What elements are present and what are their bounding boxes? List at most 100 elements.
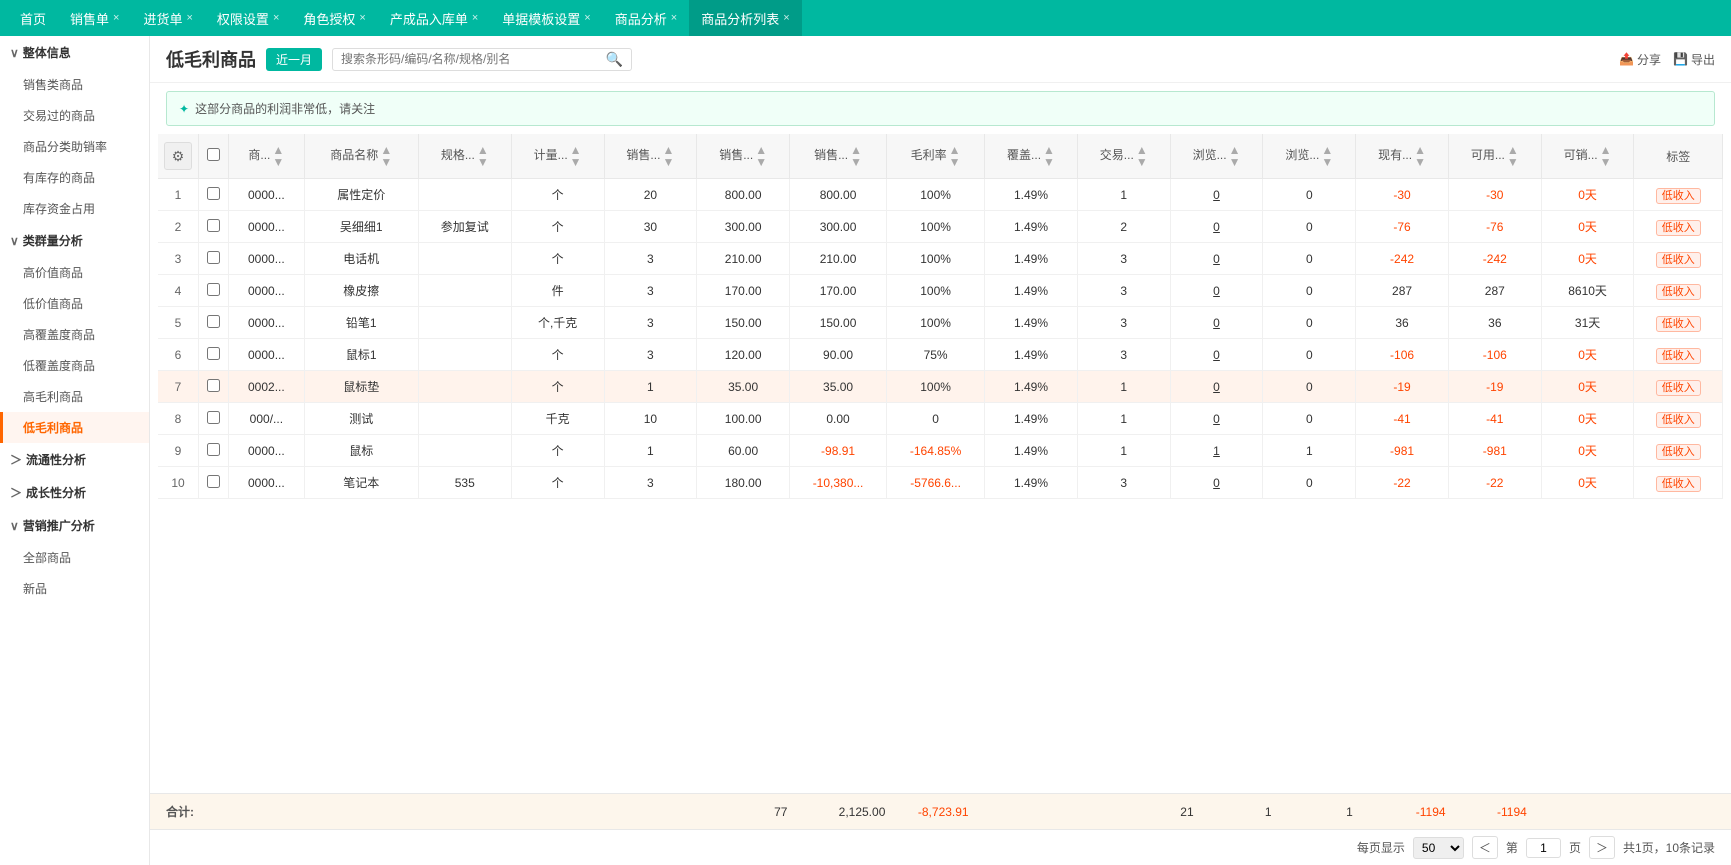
row-browse1[interactable]: 0 xyxy=(1170,275,1263,307)
col-available[interactable]: 可用...▲▼ xyxy=(1448,134,1541,179)
col-code[interactable]: 商...▲▼ xyxy=(229,134,305,179)
browse-link[interactable]: 0 xyxy=(1213,380,1220,394)
search-icon[interactable]: 🔍 xyxy=(606,51,623,68)
nav-item-单据模板设置[interactable]: 单据模板设置× xyxy=(490,0,602,36)
row-browse1[interactable]: 0 xyxy=(1170,211,1263,243)
nav-close-icon[interactable]: × xyxy=(113,12,119,24)
nav-item-商品分析列表[interactable]: 商品分析列表× xyxy=(689,0,801,36)
row-checkbox[interactable] xyxy=(199,371,229,403)
nav-item-进货单[interactable]: 进货单× xyxy=(131,0,204,36)
col-sales-profit[interactable]: 销售...▲▼ xyxy=(790,134,887,179)
row-browse1[interactable]: 0 xyxy=(1170,179,1263,211)
sidebar-item-商品分类助销率[interactable]: 商品分类助销率 xyxy=(0,131,149,162)
page-size-select[interactable]: 50 100 xyxy=(1413,837,1464,859)
row-current-stock: -19 xyxy=(1356,371,1449,403)
next-page-button[interactable]: ＞ xyxy=(1589,836,1615,859)
nav-item-销售单[interactable]: 销售单× xyxy=(58,0,131,36)
browse-link[interactable]: 0 xyxy=(1213,348,1220,362)
col-sales-qty[interactable]: 销售...▲▼ xyxy=(604,134,697,179)
sidebar-item-高覆盖度商品[interactable]: 高覆盖度商品 xyxy=(0,319,149,350)
nav-item-产成品入库单[interactable]: 产成品入库单× xyxy=(378,0,490,36)
row-checkbox[interactable] xyxy=(199,275,229,307)
row-checkbox[interactable] xyxy=(199,211,229,243)
sidebar-item-全部商品[interactable]: 全部商品 xyxy=(0,542,149,573)
col-tag[interactable]: 标签 xyxy=(1634,134,1723,179)
row-browse1[interactable]: 0 xyxy=(1170,467,1263,499)
footer-cell-14: -1194 xyxy=(1390,805,1471,819)
sidebar-item-低价值商品[interactable]: 低价值商品 xyxy=(0,288,149,319)
col-spec[interactable]: 规格...▲▼ xyxy=(418,134,511,179)
sidebar-group-成长性分析[interactable]: ＞ 成长性分析 xyxy=(0,476,149,509)
nav-close-icon[interactable]: × xyxy=(472,12,478,24)
row-checkbox[interactable] xyxy=(199,179,229,211)
row-browse1[interactable]: 0 xyxy=(1170,371,1263,403)
browse-link[interactable]: 0 xyxy=(1213,412,1220,426)
gear-icon[interactable]: ⚙ xyxy=(164,142,192,170)
row-checkbox[interactable] xyxy=(199,243,229,275)
row-checkbox[interactable] xyxy=(199,403,229,435)
sidebar-item-有库存的商品[interactable]: 有库存的商品 xyxy=(0,162,149,193)
row-sales-amt: 35.00 xyxy=(697,371,790,403)
nav-close-icon[interactable]: × xyxy=(671,12,677,24)
sidebar-group-流通性分析[interactable]: ＞ 流通性分析 xyxy=(0,443,149,476)
table-container[interactable]: ⚙ 商...▲▼ 商品名称▲▼ 规格...▲▼ 计量...▲▼ 销售...▲▼ … xyxy=(150,134,1731,793)
page-number-input[interactable] xyxy=(1526,838,1561,858)
col-saleable[interactable]: 可销...▲▼ xyxy=(1541,134,1634,179)
browse-link[interactable]: 0 xyxy=(1213,220,1220,234)
gear-column-header[interactable]: ⚙ xyxy=(158,134,199,179)
col-gross-rate[interactable]: 毛利率▲▼ xyxy=(887,134,985,179)
col-coverage[interactable]: 覆盖...▲▼ xyxy=(985,134,1078,179)
row-checkbox[interactable] xyxy=(199,467,229,499)
nav-close-icon[interactable]: × xyxy=(783,12,789,24)
nav-close-icon[interactable]: × xyxy=(359,12,365,24)
nav-close-icon[interactable]: × xyxy=(186,12,192,24)
col-name[interactable]: 商品名称▲▼ xyxy=(304,134,418,179)
sidebar-item-销售类商品[interactable]: 销售类商品 xyxy=(0,69,149,100)
row-checkbox[interactable] xyxy=(199,435,229,467)
sidebar-item-新品[interactable]: 新品 xyxy=(0,573,149,604)
sidebar-item-高毛利商品[interactable]: 高毛利商品 xyxy=(0,381,149,412)
nav-close-icon[interactable]: × xyxy=(584,12,590,24)
browse-link[interactable]: 0 xyxy=(1213,284,1220,298)
col-browse1[interactable]: 浏览...▲▼ xyxy=(1170,134,1263,179)
nav-close-icon[interactable]: × xyxy=(273,12,279,24)
nav-item-商品分析[interactable]: 商品分析× xyxy=(603,0,689,36)
export-button[interactable]: 💾 导出 xyxy=(1673,51,1715,68)
sidebar-item-交易过的商品[interactable]: 交易过的商品 xyxy=(0,100,149,131)
row-checkbox[interactable] xyxy=(199,339,229,371)
share-button[interactable]: 📤 分享 xyxy=(1619,51,1661,68)
sidebar-group-整体信息[interactable]: ∨ 整体信息 xyxy=(0,36,149,69)
filter-recent-month-button[interactable]: 近一月 xyxy=(266,48,322,71)
col-current-stock[interactable]: 现有...▲▼ xyxy=(1356,134,1449,179)
col-transactions[interactable]: 交易...▲▼ xyxy=(1077,134,1170,179)
sidebar-group-类群量分析[interactable]: ∨ 类群量分析 xyxy=(0,224,149,257)
row-browse1[interactable]: 0 xyxy=(1170,243,1263,275)
prev-page-button[interactable]: ＜ xyxy=(1472,836,1498,859)
nav-item-首页[interactable]: 首页 xyxy=(8,0,58,36)
browse-link[interactable]: 0 xyxy=(1213,252,1220,266)
sidebar-item-库存资金占用[interactable]: 库存资金占用 xyxy=(0,193,149,224)
sidebar-group-营销推广分析[interactable]: ∨ 营销推广分析 xyxy=(0,509,149,542)
col-browse2[interactable]: 浏览...▲▼ xyxy=(1263,134,1356,179)
browse-link[interactable]: 0 xyxy=(1213,316,1220,330)
row-browse1[interactable]: 1 xyxy=(1170,435,1263,467)
sidebar-item-低毛利商品[interactable]: 低毛利商品 xyxy=(0,412,149,443)
row-browse1[interactable]: 0 xyxy=(1170,403,1263,435)
sidebar-item-高价值商品[interactable]: 高价值商品 xyxy=(0,257,149,288)
select-all-checkbox[interactable] xyxy=(207,148,220,161)
row-current-stock: -981 xyxy=(1356,435,1449,467)
row-browse1[interactable]: 0 xyxy=(1170,307,1263,339)
sidebar-item-低覆盖度商品[interactable]: 低覆盖度商品 xyxy=(0,350,149,381)
browse-link[interactable]: 0 xyxy=(1213,476,1220,490)
row-gross-rate: 100% xyxy=(887,307,985,339)
col-sales-amt[interactable]: 销售...▲▼ xyxy=(697,134,790,179)
search-input[interactable] xyxy=(341,52,606,66)
nav-item-权限设置[interactable]: 权限设置× xyxy=(205,0,291,36)
browse-link[interactable]: 0 xyxy=(1213,188,1220,202)
nav-item-角色授权[interactable]: 角色授权× xyxy=(291,0,377,36)
row-browse1[interactable]: 0 xyxy=(1170,339,1263,371)
checkbox-column-header[interactable] xyxy=(199,134,229,179)
col-unit[interactable]: 计量...▲▼ xyxy=(511,134,604,179)
browse-link[interactable]: 1 xyxy=(1213,444,1220,458)
row-checkbox[interactable] xyxy=(199,307,229,339)
